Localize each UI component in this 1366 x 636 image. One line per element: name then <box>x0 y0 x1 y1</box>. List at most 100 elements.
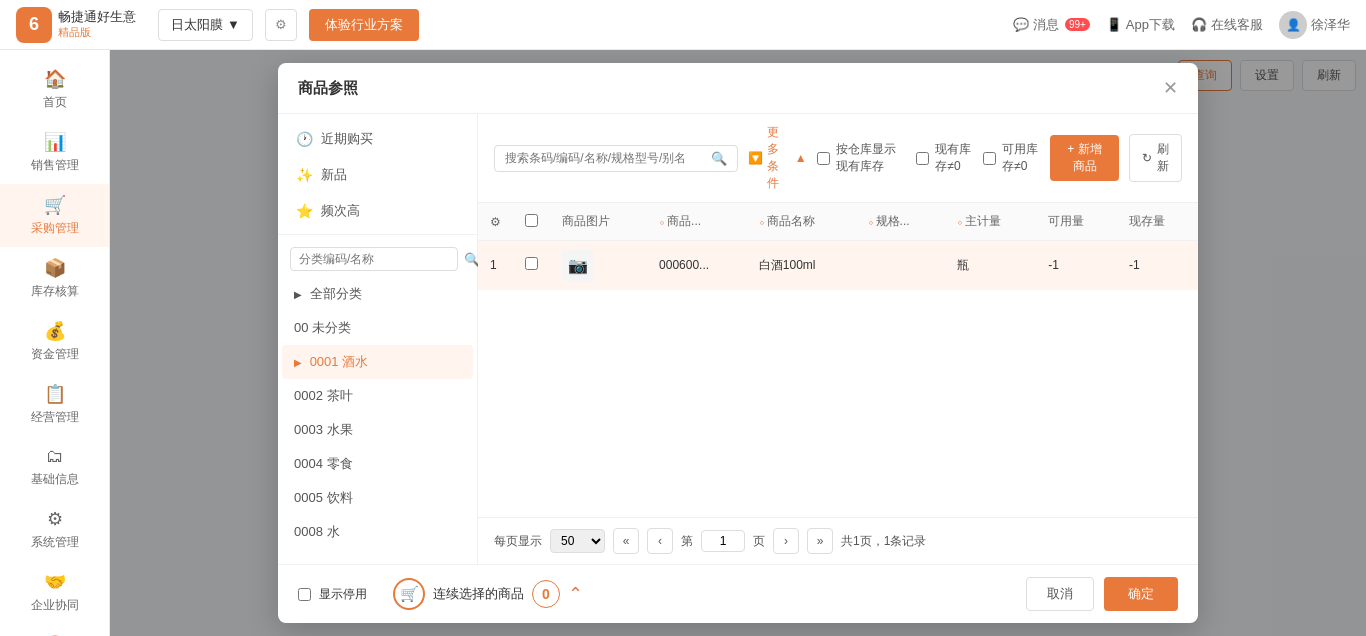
sidebar-item-finance[interactable]: 💰 资金管理 <box>0 310 109 373</box>
logo-area: 6 畅捷通好生意 精品版 <box>16 7 146 43</box>
page-input[interactable] <box>701 530 745 552</box>
recent-icon: 🕐 <box>296 131 313 147</box>
cart-icon[interactable]: 🛒 <box>393 578 425 610</box>
nav-service[interactable]: 🎧 在线客服 <box>1191 16 1263 34</box>
sidebar-item-inventory[interactable]: 📦 库存核算 <box>0 247 109 310</box>
cat-appliance[interactable]: 0010 家电 <box>282 549 473 556</box>
modal-close-btn[interactable]: ✕ <box>1163 77 1178 99</box>
show-disabled-checkbox[interactable] <box>298 588 311 601</box>
expand-icon: ▶ <box>294 289 302 300</box>
sort-icon: ⬦ <box>957 216 963 227</box>
product-search-icon[interactable]: 🔍 <box>711 151 727 166</box>
sidebar-item-collab[interactable]: 🤝 企业协同 <box>0 561 109 624</box>
category-search-input[interactable] <box>290 247 458 271</box>
row-unit: 瓶 <box>945 241 1037 290</box>
add-product-btn[interactable]: + 新增商品 <box>1050 135 1119 181</box>
sidebar-item-guide[interactable]: 🎯 新手引导 <box>0 624 109 636</box>
inventory-icon: 📦 <box>44 257 66 279</box>
page-next-btn[interactable]: › <box>773 528 799 554</box>
sidebar-item-system[interactable]: ⚙ 系统管理 <box>0 498 109 561</box>
modal-body: 🕐 近期购买 ✨ 新品 ⭐ 频次高 <box>278 114 1198 564</box>
sales-icon: 📊 <box>44 131 66 153</box>
sidebar: 🏠 首页 📊 销售管理 🛒 采购管理 📦 库存核算 💰 资金管理 📋 经营管理 … <box>0 50 110 636</box>
page-prev-btn[interactable]: ‹ <box>647 528 673 554</box>
headset-icon: 🎧 <box>1191 17 1207 32</box>
col-checkbox-all[interactable] <box>513 203 550 241</box>
cat-liquor[interactable]: ▶ 0001 酒水 <box>282 345 473 379</box>
cat-all[interactable]: ▶ 全部分类 <box>282 277 473 311</box>
business-icon: 📋 <box>44 383 66 405</box>
modal-title: 商品参照 <box>298 79 358 98</box>
page-first-btn[interactable]: « <box>613 528 639 554</box>
pagination: 每页显示 50 100 « ‹ 第 页 › » 共 <box>478 517 1198 564</box>
col-code[interactable]: ⬦ 商品... <box>647 203 747 241</box>
chevron-down-icon: ▼ <box>227 17 240 32</box>
checkbox-warehouse[interactable]: 按仓库显示现有库存 <box>817 141 907 175</box>
image-placeholder-icon: 📷 <box>568 256 588 275</box>
sidebar-item-purchase[interactable]: 🛒 采购管理 <box>0 184 109 247</box>
table-row[interactable]: 1 📷 000600... 白酒100ml <box>478 241 1198 290</box>
sidebar-item-business[interactable]: 📋 经营管理 <box>0 373 109 436</box>
cat-snack[interactable]: 0004 零食 <box>282 447 473 481</box>
checkbox-stock[interactable]: 现有库存≠0 <box>916 141 973 175</box>
footer-right: 取消 确定 <box>1026 577 1178 611</box>
cat-tea[interactable]: 0002 茶叶 <box>282 379 473 413</box>
col-unit[interactable]: ⬦ 主计量 <box>945 203 1037 241</box>
msg-badge: 99+ <box>1065 18 1090 31</box>
page-last-btn[interactable]: » <box>807 528 833 554</box>
sidebar-item-home[interactable]: 🏠 首页 <box>0 58 109 121</box>
nav-user[interactable]: 👤 徐泽华 <box>1279 11 1350 39</box>
system-icon: ⚙ <box>47 508 63 530</box>
nav-app[interactable]: 📱 App下载 <box>1106 16 1175 34</box>
modal-footer: 显示停用 🛒 连续选择的商品 0 ⌃ 取消 确定 <box>278 564 1198 623</box>
tab-frequent[interactable]: ⭐ 频次高 <box>286 194 469 228</box>
col-settings[interactable]: ⚙ <box>478 203 513 241</box>
confirm-btn[interactable]: 确定 <box>1104 577 1178 611</box>
mobile-icon: 📱 <box>1106 17 1122 32</box>
cat-fruit[interactable]: 0003 水果 <box>282 413 473 447</box>
left-panel: 🕐 近期购买 ✨ 新品 ⭐ 频次高 <box>278 114 478 564</box>
refresh-btn[interactable]: ↻ 刷新 <box>1129 134 1182 182</box>
sidebar-item-sales[interactable]: 📊 销售管理 <box>0 121 109 184</box>
cat-drink[interactable]: 0005 饮料 <box>282 481 473 515</box>
cat-uncategorized[interactable]: 00 未分类 <box>282 311 473 345</box>
footer-left: 显示停用 <box>298 586 367 603</box>
modal-overlay: 商品参照 ✕ 🕐 近期购买 ✨ <box>110 50 1366 636</box>
collab-icon: 🤝 <box>44 571 66 593</box>
row-img: 📷 <box>550 241 647 290</box>
main-layout: 🏠 首页 📊 销售管理 🛒 采购管理 📦 库存核算 💰 资金管理 📋 经营管理 … <box>0 50 1366 636</box>
row-code: 000600... <box>647 241 747 290</box>
avatar: 👤 <box>1279 11 1307 39</box>
nav-message[interactable]: 💬 消息 99+ <box>1013 16 1090 34</box>
branch-dropdown[interactable]: 日太阳膜 ▼ <box>158 9 253 41</box>
checkbox-usable[interactable]: 可用库存≠0 <box>983 141 1040 175</box>
tab-new-product[interactable]: ✨ 新品 <box>286 158 469 192</box>
collapse-cart-btn[interactable]: ⌃ <box>568 583 583 605</box>
refresh-icon: ↻ <box>1142 151 1152 165</box>
cat-water[interactable]: 0008 水 <box>282 515 473 549</box>
sidebar-item-basic[interactable]: 🗂 基础信息 <box>0 436 109 498</box>
filter-btn[interactable]: 🔽 更多条件 ▲ <box>748 124 807 192</box>
purchase-icon: 🛒 <box>44 194 66 216</box>
nav-right: 💬 消息 99+ 📱 App下载 🎧 在线客服 👤 徐泽华 <box>1013 11 1350 39</box>
product-search-input[interactable] <box>505 151 705 165</box>
product-table-container: ⚙ 商品图片 <box>478 203 1198 517</box>
col-img: 商品图片 <box>550 203 647 241</box>
cancel-btn[interactable]: 取消 <box>1026 577 1094 611</box>
trial-btn[interactable]: 体验行业方案 <box>309 9 419 41</box>
row-checkbox[interactable] <box>513 241 550 290</box>
cart-count-badge: 0 <box>532 580 560 608</box>
product-table: ⚙ 商品图片 <box>478 203 1198 290</box>
col-name[interactable]: ⬦ 商品名称 <box>747 203 856 241</box>
settings-icon[interactable]: ⚙ <box>265 9 297 41</box>
per-page-select[interactable]: 50 100 <box>550 529 605 553</box>
product-image: 📷 <box>562 249 594 281</box>
filter-arrow-icon: ▲ <box>795 151 807 165</box>
basic-icon: 🗂 <box>46 446 64 467</box>
freq-icon: ⭐ <box>296 203 313 219</box>
tab-recent-purchase[interactable]: 🕐 近期购买 <box>286 122 469 156</box>
row-stock: -1 <box>1117 241 1198 290</box>
new-icon: ✨ <box>296 167 313 183</box>
top-nav: 6 畅捷通好生意 精品版 日太阳膜 ▼ ⚙ 体验行业方案 💬 消息 99+ 📱 … <box>0 0 1366 50</box>
col-spec[interactable]: ⬦ 规格... <box>856 203 945 241</box>
